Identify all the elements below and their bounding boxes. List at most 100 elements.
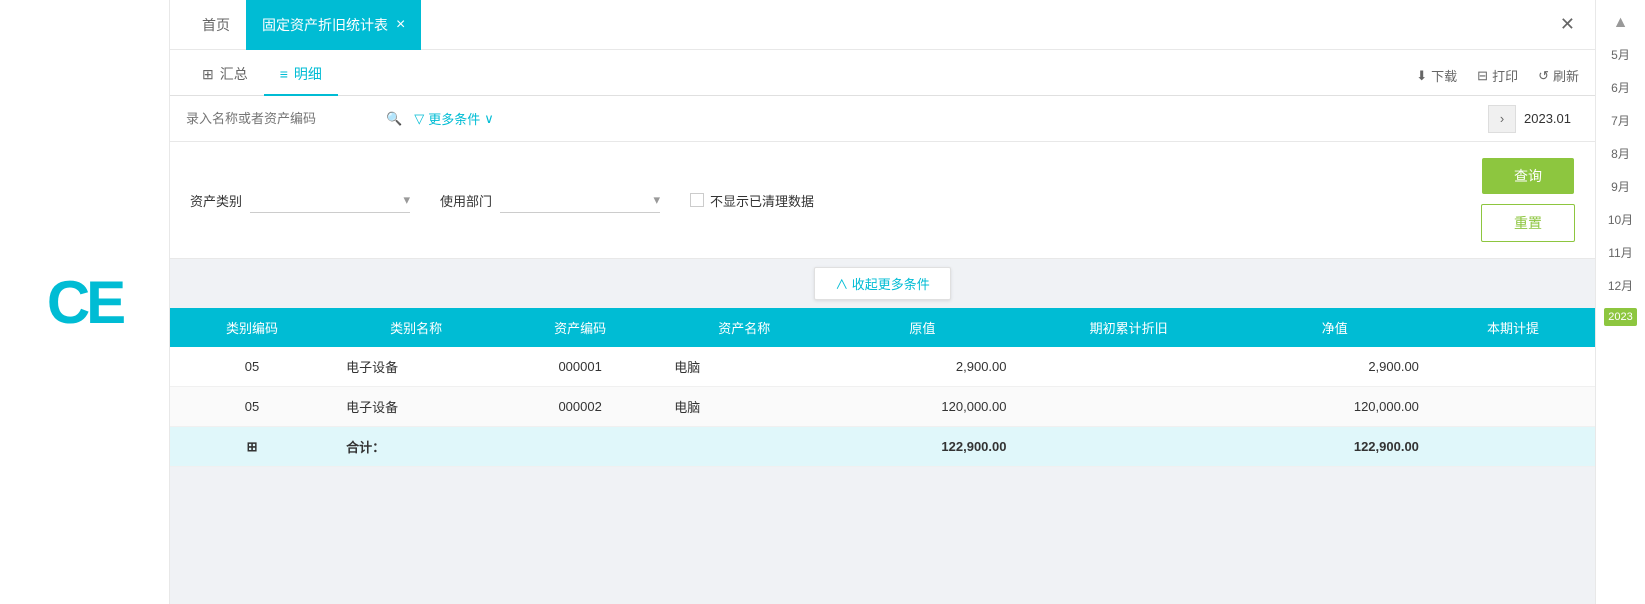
action-buttons: 查询 重置	[1481, 158, 1575, 242]
search-expand-button[interactable]: ›	[1488, 105, 1516, 133]
row1-asset-name: 电脑	[662, 347, 826, 387]
download-button[interactable]: ⬇ 下载	[1416, 66, 1457, 85]
logo-area: CE	[0, 0, 170, 604]
refresh-label: 刷新	[1553, 66, 1579, 85]
row2-original-value: 120,000.00	[826, 387, 1018, 427]
row2-asset-code: 000002	[498, 387, 662, 427]
row2-category-code: 05	[170, 387, 334, 427]
tab-summary-label: 汇总	[220, 64, 248, 84]
filter-arrow-icon: ∨	[484, 111, 494, 127]
total-icon: ⊞	[170, 427, 334, 467]
print-label: 打印	[1492, 66, 1518, 85]
row2-asset-name: 电脑	[662, 387, 826, 427]
department-select[interactable]: ▾	[500, 188, 660, 213]
home-nav-item[interactable]: 首页	[186, 15, 246, 35]
col-category-code: 类别编码	[170, 308, 334, 347]
active-tab: 固定资产折旧统计表 ×	[246, 0, 421, 50]
table-row: 05 电子设备 000001 电脑 2,900.00 2,900.00	[170, 347, 1595, 387]
total-row: ⊞ 合计： 122,900.00 122,900.00	[170, 427, 1595, 467]
filter-button[interactable]: ▽ 更多条件 ∨	[414, 109, 494, 128]
tab-close-button[interactable]: ×	[396, 16, 405, 34]
row2-net-value: 120,000.00	[1239, 387, 1431, 427]
checkbox-box	[690, 193, 704, 207]
detail-icon: ≡	[280, 66, 288, 82]
row1-category-code: 05	[170, 347, 334, 387]
right-panel: ▲ 5月 6月 7月 8月 9月 10月 11月 12月 2023	[1595, 0, 1645, 604]
checkbox-label: 不显示已清理数据	[710, 191, 814, 210]
total-accumulated	[1019, 427, 1239, 467]
row1-category-name: 电子设备	[334, 347, 498, 387]
col-asset-name: 资产名称	[662, 308, 826, 347]
main-content: 首页 固定资产折旧统计表 × ✕ ⊞ 汇总 ≡ 明细 ⬇ 下载 ⊟ 打印	[170, 0, 1595, 604]
col-asset-code: 资产编码	[498, 308, 662, 347]
month-11[interactable]: 11月	[1596, 238, 1645, 267]
collapse-row: ∧ 收起更多条件	[170, 259, 1595, 308]
asset-category-filter: 资产类别 ▾	[190, 188, 410, 213]
print-icon: ⊟	[1477, 68, 1488, 84]
tab-actions: ⬇ 下载 ⊟ 打印 ↺ 刷新	[1416, 66, 1579, 95]
department-label: 使用部门	[440, 191, 492, 210]
total-net-value: 122,900.00	[1239, 427, 1431, 467]
row1-original-value: 2,900.00	[826, 347, 1018, 387]
table-header-row: 类别编码 类别名称 资产编码 资产名称 原值 期初累计折旧 净值 本期计提	[170, 308, 1595, 347]
col-net-value: 净值	[1239, 308, 1431, 347]
filter-area: 资产类别 ▾ 使用部门 ▾ 不显示已清理数据 查询 重置	[170, 142, 1595, 259]
row2-current	[1431, 387, 1595, 427]
download-label: 下载	[1431, 66, 1457, 85]
month-7[interactable]: 7月	[1596, 106, 1645, 135]
month-9[interactable]: 9月	[1596, 172, 1645, 201]
asset-category-select[interactable]: ▾	[250, 188, 410, 213]
row2-category-name: 电子设备	[334, 387, 498, 427]
month-6[interactable]: 6月	[1596, 73, 1645, 102]
row1-net-value: 2,900.00	[1239, 347, 1431, 387]
tab-detail-label: 明细	[294, 64, 322, 84]
table-row: 05 电子设备 000002 电脑 120,000.00 120,000.00	[170, 387, 1595, 427]
filter-row: 资产类别 ▾ 使用部门 ▾ 不显示已清理数据 查询 重置	[190, 158, 1575, 242]
search-bar: 🔍 ▽ 更多条件 ∨ › 2023.01	[170, 96, 1595, 142]
hide-cleared-checkbox[interactable]: 不显示已清理数据	[690, 191, 814, 210]
month-5[interactable]: 5月	[1596, 40, 1645, 69]
row2-accumulated	[1019, 387, 1239, 427]
month-12[interactable]: 12月	[1596, 271, 1645, 300]
date-label: 2023.01	[1516, 111, 1579, 126]
asset-category-arrow: ▾	[403, 192, 410, 208]
total-original-value: 122,900.00	[826, 427, 1018, 467]
top-nav: 首页 固定资产折旧统计表 × ✕	[170, 0, 1595, 50]
filter-label: 更多条件	[428, 109, 480, 128]
total-current	[1431, 427, 1595, 467]
row1-asset-code: 000001	[498, 347, 662, 387]
window-close-button[interactable]: ✕	[1540, 14, 1595, 35]
tab-bar: ⊞ 汇总 ≡ 明细 ⬇ 下载 ⊟ 打印 ↺ 刷新	[170, 50, 1595, 96]
refresh-button[interactable]: ↺ 刷新	[1538, 66, 1579, 85]
total-label: 合计：	[334, 427, 826, 467]
month-10[interactable]: 10月	[1596, 205, 1645, 234]
year-badge[interactable]: 2023	[1604, 308, 1636, 326]
scroll-up-button[interactable]: ▲	[1609, 10, 1633, 36]
tab-detail[interactable]: ≡ 明细	[264, 54, 338, 96]
print-button[interactable]: ⊟ 打印	[1477, 66, 1518, 85]
row1-current	[1431, 347, 1595, 387]
department-arrow: ▾	[654, 192, 661, 208]
col-accumulated-depreciation: 期初累计折旧	[1019, 308, 1239, 347]
reset-button[interactable]: 重置	[1481, 204, 1575, 242]
search-icon: 🔍	[386, 111, 402, 127]
active-tab-label: 固定资产折旧统计表	[262, 15, 388, 35]
tab-summary[interactable]: ⊞ 汇总	[186, 54, 264, 96]
row1-accumulated	[1019, 347, 1239, 387]
refresh-icon: ↺	[1538, 68, 1549, 84]
data-table: 类别编码 类别名称 资产编码 资产名称 原值 期初累计折旧 净值 本期计提 05…	[170, 308, 1595, 467]
collapse-button[interactable]: ∧ 收起更多条件	[814, 267, 951, 300]
month-8[interactable]: 8月	[1596, 139, 1645, 168]
department-filter: 使用部门 ▾	[440, 188, 660, 213]
col-current-depreciation: 本期计提	[1431, 308, 1595, 347]
col-category-name: 类别名称	[334, 308, 498, 347]
col-original-value: 原值	[826, 308, 1018, 347]
filter-icon: ▽	[414, 111, 424, 127]
query-button[interactable]: 查询	[1482, 158, 1574, 194]
download-icon: ⬇	[1416, 68, 1427, 84]
search-input[interactable]	[186, 111, 386, 126]
table-container: 类别编码 类别名称 资产编码 资产名称 原值 期初累计折旧 净值 本期计提 05…	[170, 308, 1595, 604]
logo-text: CE	[47, 268, 122, 337]
asset-category-label: 资产类别	[190, 191, 242, 210]
summary-icon: ⊞	[202, 66, 214, 83]
